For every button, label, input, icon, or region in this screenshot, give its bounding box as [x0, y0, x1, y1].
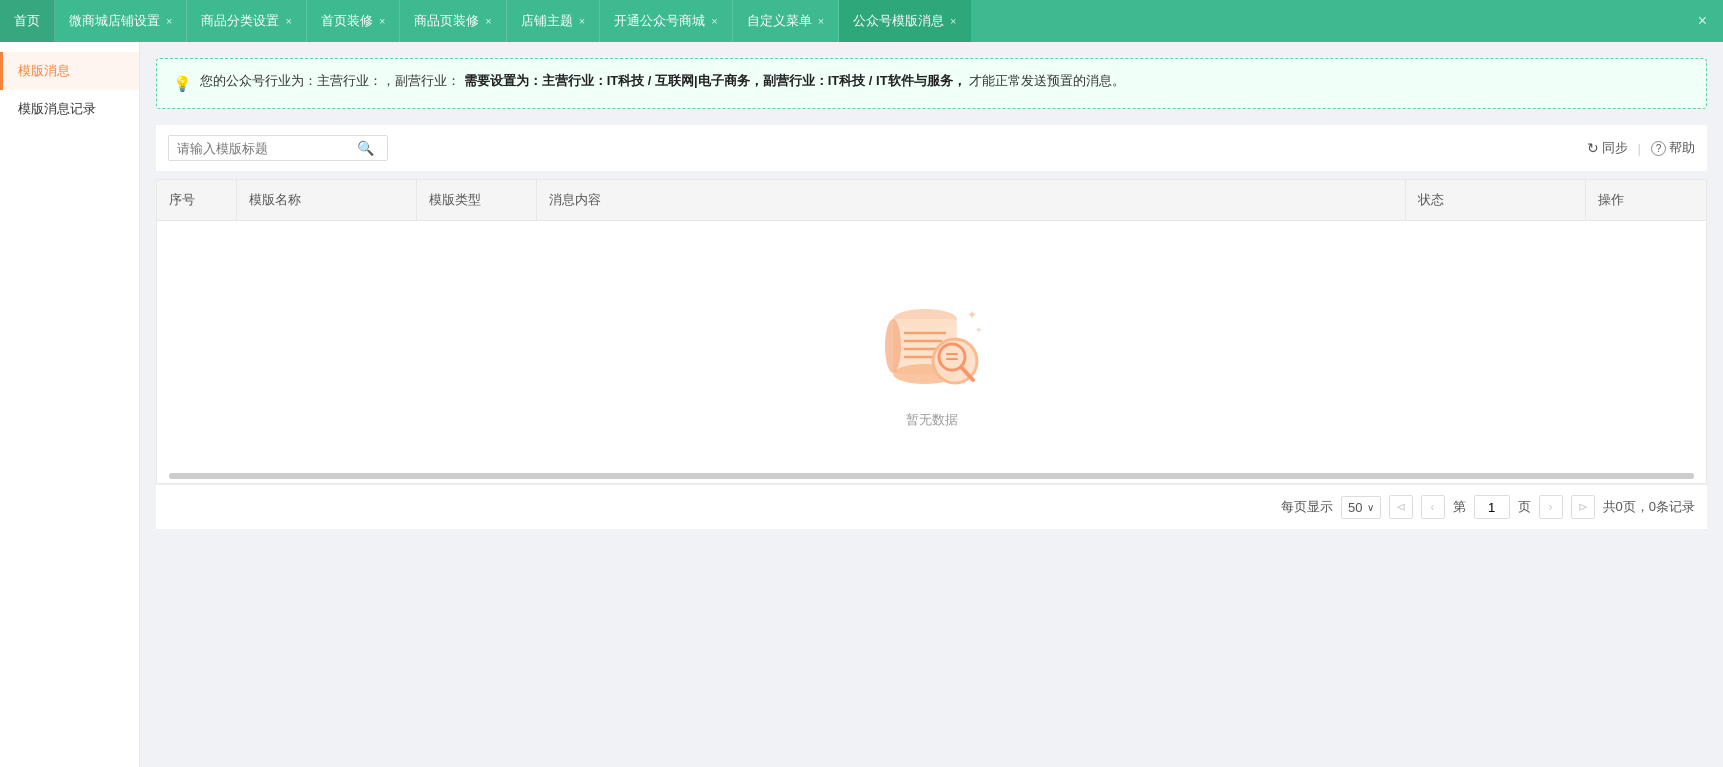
tab-label: 首页 [14, 12, 40, 30]
fake-scrollbar[interactable] [169, 473, 1694, 479]
table-header-type: 模版类型 [417, 180, 537, 220]
tab-label: 自定义菜单 [747, 12, 812, 30]
scrollbar-area [157, 469, 1706, 483]
pagination: 每页显示 50 ∨ ⊲ ‹ 第 页 › ⊳ 共0页，0条记录 [156, 484, 1707, 529]
notice-text: 您的公众号行业为：主营行业：，副营行业： 需要设置为：主营行业：IT科技 / 互… [200, 71, 1125, 92]
tab-close-icon[interactable]: × [485, 15, 491, 27]
tab-label: 公众号模版消息 [853, 12, 944, 30]
tab-close-icon[interactable]: × [579, 15, 585, 27]
page-prefix-label: 第 [1453, 498, 1466, 516]
sync-button[interactable]: ↻ 同步 [1587, 139, 1628, 157]
chevron-down-icon: ∨ [1367, 502, 1374, 513]
topbar-tab-open-mall[interactable]: 开通公众号商城 × [600, 0, 732, 42]
search-input[interactable] [177, 141, 357, 156]
tab-close-icon[interactable]: × [711, 15, 717, 27]
topbar-tab-store-settings[interactable]: 微商城店铺设置 × [55, 0, 187, 42]
current-page-input[interactable] [1474, 495, 1510, 519]
topbar-tab-home[interactable]: 首页 [0, 0, 55, 42]
tab-label: 开通公众号商城 [614, 12, 705, 30]
topbar-tab-product-category[interactable]: 商品分类设置 × [187, 0, 306, 42]
topbar-tab-home-decor[interactable]: 首页装修 × [307, 0, 400, 42]
page-size-label: 每页显示 [1281, 498, 1333, 516]
tab-label: 店铺主题 [521, 12, 573, 30]
close-all-button[interactable]: × [1682, 12, 1723, 30]
empty-text: 暂无数据 [906, 411, 958, 429]
table-header: 序号模版名称模版类型消息内容状态操作 [157, 180, 1706, 221]
tab-label: 微商城店铺设置 [69, 12, 160, 30]
empty-illustration: ✦ ✦ [867, 281, 997, 411]
toolbar-row: 🔍 ↻ 同步 | ? 帮助 [156, 125, 1707, 171]
topbar: 首页微商城店铺设置×商品分类设置×首页装修×商品页装修×店铺主题×开通公众号商城… [0, 0, 1723, 42]
bulb-icon: 💡 [173, 72, 192, 96]
sync-label: 同步 [1602, 139, 1628, 157]
data-table: 序号模版名称模版类型消息内容状态操作 [156, 179, 1707, 484]
tab-close-icon[interactable]: × [285, 15, 291, 27]
last-page-button[interactable]: ⊳ [1571, 495, 1595, 519]
toolbar-right: ↻ 同步 | ? 帮助 [1587, 139, 1695, 157]
help-icon: ? [1651, 141, 1666, 156]
total-info: 共0页，0条记录 [1603, 498, 1695, 516]
svg-text:✦: ✦ [967, 308, 977, 322]
tab-close-icon[interactable]: × [166, 15, 172, 27]
sync-icon: ↻ [1587, 140, 1599, 156]
table-header-content: 消息内容 [537, 180, 1406, 220]
tab-label: 商品页装修 [414, 12, 479, 30]
page-size-select[interactable]: 50 ∨ [1341, 496, 1380, 519]
table-header-status: 状态 [1406, 180, 1586, 220]
help-button[interactable]: ? 帮助 [1651, 139, 1695, 157]
next-page-button[interactable]: › [1539, 495, 1563, 519]
first-page-button[interactable]: ⊲ [1389, 495, 1413, 519]
table-header-action: 操作 [1586, 180, 1706, 220]
table-header-name: 模版名称 [237, 180, 417, 220]
topbar-tab-store-theme[interactable]: 店铺主题 × [507, 0, 600, 42]
notice-box: 💡 您的公众号行业为：主营行业：，副营行业： 需要设置为：主营行业：IT科技 /… [156, 58, 1707, 109]
page-size-value: 50 [1348, 500, 1362, 515]
svg-text:✦: ✦ [975, 325, 983, 335]
tab-close-icon[interactable]: × [379, 15, 385, 27]
prev-page-button[interactable]: ‹ [1421, 495, 1445, 519]
content-area: 💡 您的公众号行业为：主营行业：，副营行业： 需要设置为：主营行业：IT科技 /… [140, 42, 1723, 767]
tab-close-icon[interactable]: × [818, 15, 824, 27]
search-wrap: 🔍 [168, 135, 388, 161]
tab-label: 商品分类设置 [201, 12, 279, 30]
page-suffix-label: 页 [1518, 498, 1531, 516]
scrollbar-thumb [169, 473, 1694, 479]
svg-point-3 [885, 319, 901, 373]
sidebar: 模版消息模版消息记录 [0, 42, 140, 767]
tab-label: 首页装修 [321, 12, 373, 30]
main-layout: 模版消息模版消息记录 💡 您的公众号行业为：主营行业：，副营行业： 需要设置为：… [0, 42, 1723, 767]
tab-close-icon[interactable]: × [950, 15, 956, 27]
sidebar-item-template-msg[interactable]: 模版消息 [0, 52, 139, 90]
table-header-seq: 序号 [157, 180, 237, 220]
empty-state: ✦ ✦ 暂无数据 [157, 221, 1706, 469]
sidebar-item-template-record[interactable]: 模版消息记录 [0, 90, 139, 128]
divider: | [1638, 141, 1641, 156]
topbar-tab-custom-menu[interactable]: 自定义菜单 × [733, 0, 839, 42]
help-label: 帮助 [1669, 139, 1695, 157]
topbar-tab-template-msg[interactable]: 公众号模版消息 × [839, 0, 971, 42]
topbar-tab-product-decor[interactable]: 商品页装修 × [400, 0, 506, 42]
search-icon[interactable]: 🔍 [357, 140, 374, 156]
